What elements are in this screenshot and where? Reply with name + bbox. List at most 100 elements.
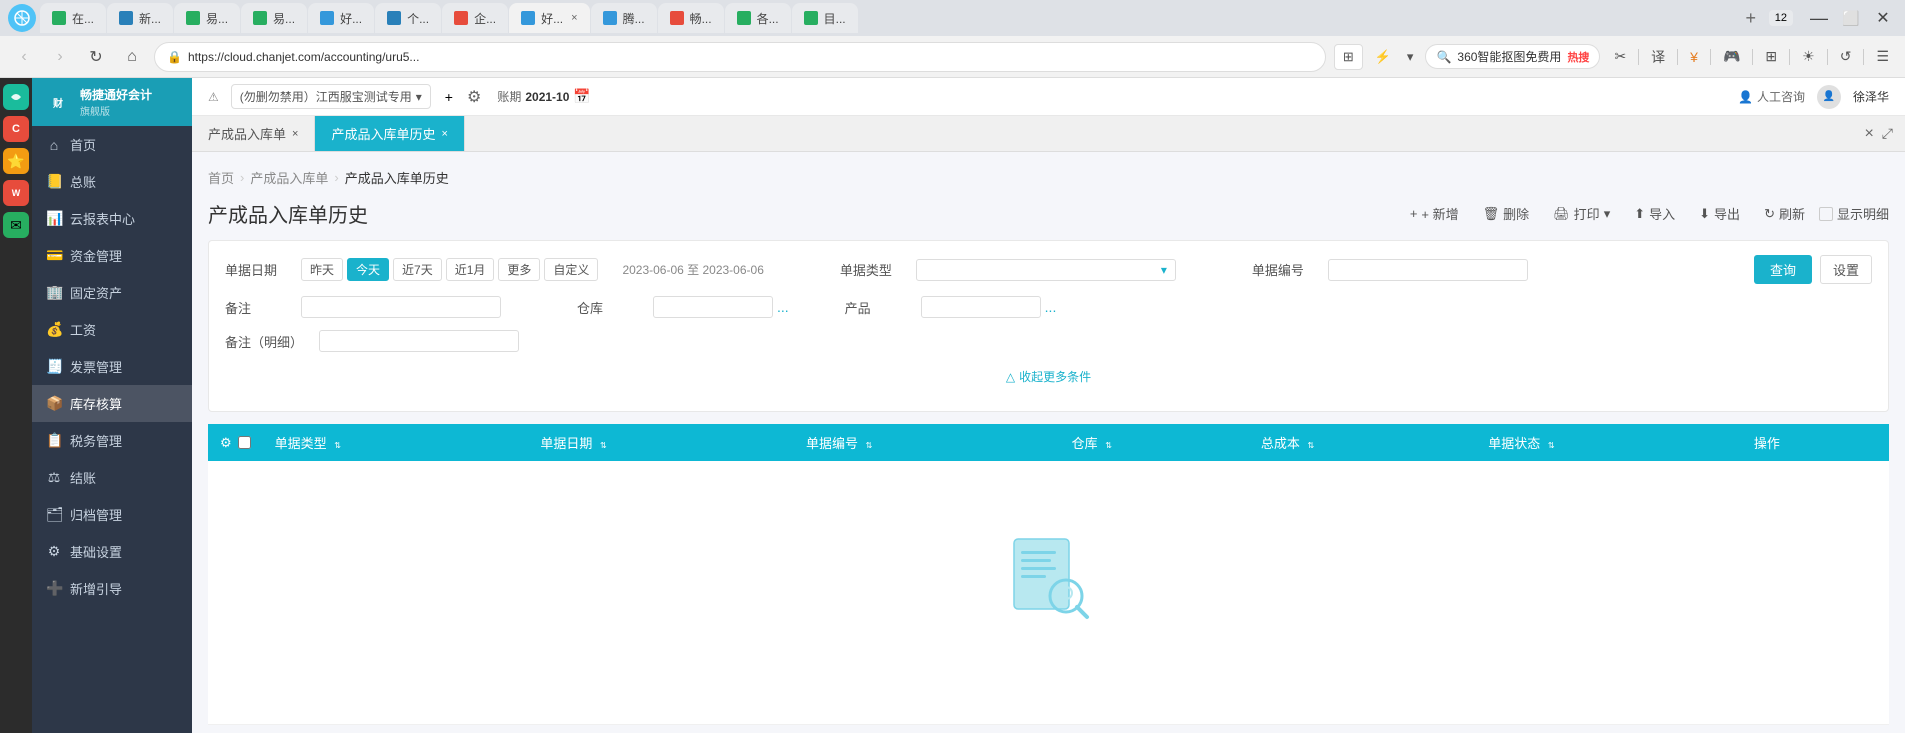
date-btn-1month[interactable]: 近1月 (446, 258, 495, 281)
th-cost-sort-icon[interactable]: ⇅ (1307, 442, 1314, 450)
query-button[interactable]: 查询 (1754, 255, 1812, 284)
app-icon-mail[interactable]: ✉ (3, 212, 29, 238)
maximize-button[interactable]: ⬜ (1837, 4, 1865, 32)
sidebar-header[interactable]: 财 畅捷通好会计 旗舰版 (32, 78, 192, 126)
tab-history[interactable]: 产成品入库单历史 × (315, 116, 464, 151)
tab-panel-expand-btn[interactable]: ⤢ (1882, 125, 1893, 142)
tab-list[interactable]: 产成品入库单 × (192, 116, 315, 151)
date-btn-7days[interactable]: 近7天 (393, 258, 442, 281)
browser-tab-11[interactable]: 各... (725, 3, 791, 33)
browser-tab-2[interactable]: 新... (107, 3, 173, 33)
breadcrumb-home[interactable]: 首页 (208, 168, 234, 187)
sidebar-item-wage[interactable]: 💰 工资 (32, 311, 192, 348)
refresh-button-toolbar[interactable]: ↻ 刷新 (1754, 200, 1815, 227)
breadcrumb-parent[interactable]: 产成品入库单 (250, 168, 328, 187)
browser-tab-4[interactable]: 易... (241, 3, 307, 33)
app-icon-chanjet[interactable] (3, 84, 29, 110)
warehouse-filter-input[interactable] (653, 296, 773, 318)
search-box[interactable]: 🔍 360智能抠图免费用 热搜 (1425, 44, 1600, 69)
sidebar-item-tax[interactable]: 📋 税务管理 (32, 422, 192, 459)
sidebar-item-cloud[interactable]: 📊 云报表中心 (32, 200, 192, 237)
type-filter-select[interactable]: ▾ (916, 259, 1176, 281)
sidebar-item-invoice[interactable]: 🧾 发票管理 (32, 348, 192, 385)
th-warehouse-sort-icon[interactable]: ⇅ (1105, 442, 1112, 450)
home-button[interactable]: ⌂ (118, 43, 146, 71)
add-company-button[interactable]: + (439, 86, 459, 108)
delete-button[interactable]: 🗑 删除 (1473, 200, 1540, 227)
lightning-button[interactable]: ⚡ (1371, 45, 1395, 69)
tab-history-close-btn[interactable]: × (441, 128, 447, 140)
theme-icon[interactable]: ☀ (1796, 44, 1821, 69)
sidebar-item-settle[interactable]: ⚖ 结账 (32, 459, 192, 496)
scissors-icon[interactable]: ✂ (1608, 44, 1632, 69)
export-button[interactable]: ⬇ 导出 (1689, 200, 1750, 227)
menu-icon[interactable]: ☰ (1870, 44, 1895, 69)
sidebar-item-base[interactable]: ⚙ 基础设置 (32, 533, 192, 570)
note-filter-input[interactable] (301, 296, 501, 318)
settings-icon[interactable]: ⚙ (467, 87, 481, 107)
refresh-button[interactable]: ↻ (82, 43, 110, 71)
sidebar-item-archive[interactable]: 🗂 归档管理 (32, 496, 192, 533)
date-btn-more[interactable]: 更多 (498, 258, 540, 281)
sidebar-item-new[interactable]: ➕ 新增引导 (32, 570, 192, 607)
date-btn-yesterday[interactable]: 昨天 (301, 258, 343, 281)
number-filter-input[interactable] (1328, 259, 1528, 281)
show-columns-toggle[interactable]: 显示明细 (1819, 204, 1889, 223)
browser-tab-9[interactable]: 腾... (591, 3, 657, 33)
th-date-sort-icon[interactable]: ⇅ (600, 442, 607, 450)
currency-icon[interactable]: ¥ (1684, 45, 1704, 69)
browser-tab-6[interactable]: 个... (375, 3, 441, 33)
th-number-sort-icon[interactable]: ⇅ (866, 442, 873, 450)
warehouse-ellipsis[interactable]: ... (777, 299, 789, 315)
back-button[interactable]: ‹ (10, 43, 38, 71)
app-icon-red[interactable]: C (3, 116, 29, 142)
forward-button[interactable]: › (46, 43, 74, 71)
browser-tab-3[interactable]: 易... (174, 3, 240, 33)
undo-icon[interactable]: ↺ (1834, 44, 1858, 69)
user-service-link[interactable]: 👤 人工咨询 (1738, 88, 1805, 105)
browser-tab-5[interactable]: 好... (308, 3, 374, 33)
browser-tab-12[interactable]: 目... (792, 3, 858, 33)
product-ellipsis[interactable]: ... (1045, 299, 1057, 315)
tab-panel-close-btn[interactable]: × (1864, 125, 1873, 143)
note-detail-input[interactable] (319, 330, 519, 352)
app-icon-star[interactable]: ⭐ (3, 148, 29, 174)
th-select-all[interactable] (238, 436, 251, 449)
product-filter-input[interactable] (921, 296, 1041, 318)
app-icon-weibo[interactable]: W (3, 180, 29, 206)
collapse-button[interactable]: △ 收起更多条件 (998, 364, 1099, 389)
browser-tab-7[interactable]: 企... (442, 3, 508, 33)
import-button[interactable]: ⬆ 导入 (1624, 200, 1685, 227)
tab8-close-btn[interactable]: × (571, 12, 577, 24)
address-input[interactable]: 🔒 https://cloud.chanjet.com/accounting/u… (154, 42, 1326, 72)
th-settings-icon[interactable]: ⚙ (220, 435, 232, 451)
tab-list-close-btn[interactable]: × (292, 128, 298, 140)
company-select[interactable]: (勿删勿禁用）江西服宝测试专用 ▾ (231, 84, 431, 109)
game-icon[interactable]: 🎮 (1717, 44, 1746, 69)
settings-button[interactable]: 设置 (1820, 255, 1872, 284)
close-button[interactable]: ✕ (1869, 4, 1897, 32)
th-status-sort-icon[interactable]: ⇅ (1548, 442, 1555, 450)
sidebar-item-fund[interactable]: 💳 资金管理 (32, 237, 192, 274)
show-columns-checkbox[interactable] (1819, 207, 1833, 221)
browser-tab-10[interactable]: 畅... (658, 3, 724, 33)
sidebar-item-home[interactable]: ⌂ 首页 (32, 126, 192, 163)
th-type-sort-icon[interactable]: ⇅ (334, 442, 341, 450)
browser-tab-8[interactable]: 好... × (509, 3, 589, 33)
minimize-button[interactable]: — (1805, 4, 1833, 32)
address-dropdown-button[interactable]: ▾ (1403, 45, 1418, 69)
translate-icon[interactable]: 译 (1645, 43, 1671, 71)
date-btn-custom[interactable]: 自定义 (544, 258, 598, 281)
sidebar-item-ledger[interactable]: 📒 总账 (32, 163, 192, 200)
grid-icon[interactable]: ⊞ (1759, 44, 1783, 69)
sidebar-item-stock[interactable]: 📦 库存核算 (32, 385, 192, 422)
new-tab-button[interactable]: + (1737, 4, 1765, 32)
browser-logo-icon[interactable] (8, 4, 36, 32)
period-calendar-icon[interactable]: 📅 (573, 88, 590, 105)
extensions-button[interactable]: ⊞ (1334, 44, 1363, 70)
sidebar-item-asset[interactable]: 🏢 固定资产 (32, 274, 192, 311)
add-button[interactable]: + + 新增 (1400, 200, 1469, 227)
date-btn-today[interactable]: 今天 (347, 258, 389, 281)
user-avatar[interactable]: 👤 (1817, 85, 1841, 109)
print-button[interactable]: 🖨 打印 ▾ (1543, 200, 1620, 227)
